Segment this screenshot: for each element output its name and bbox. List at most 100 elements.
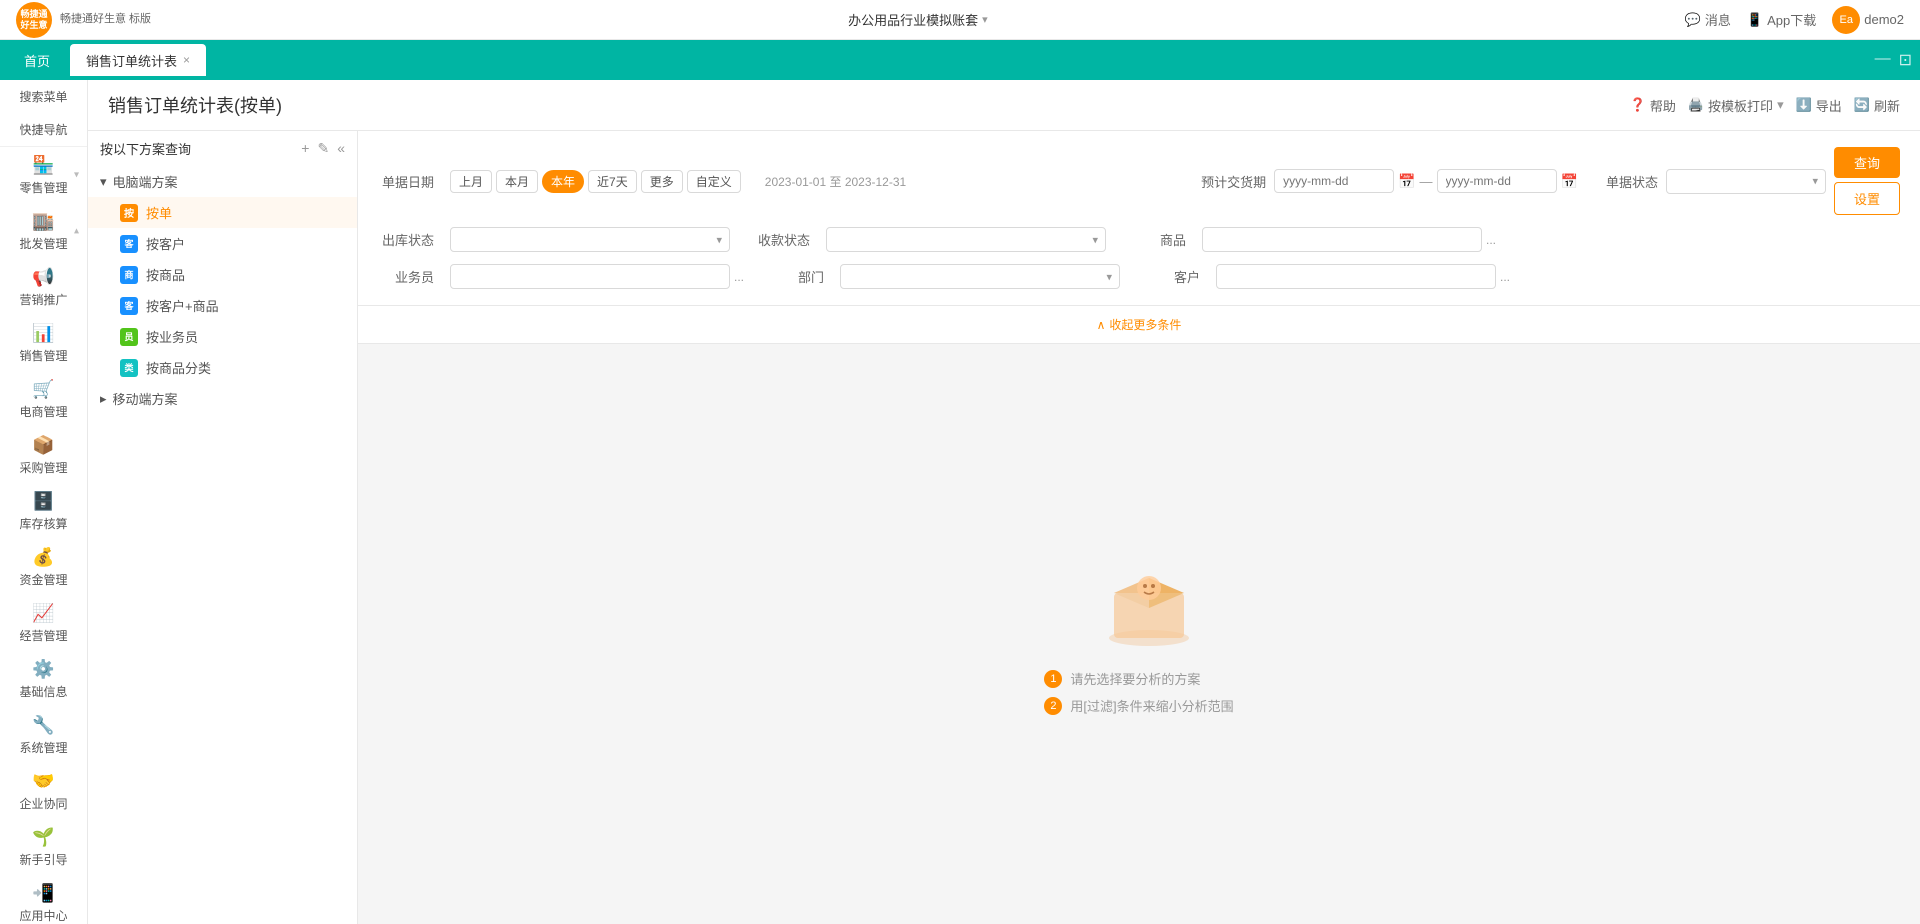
message-btn[interactable]: 💬 消息 bbox=[1685, 10, 1731, 29]
user-name: demo2 bbox=[1864, 12, 1904, 27]
cooperation-icon: 🤝 bbox=[32, 771, 54, 792]
scheme-item-按单[interactable]: 按 按单 bbox=[88, 197, 357, 228]
receipt-status-select[interactable] bbox=[826, 227, 1106, 252]
date-btn-custom[interactable]: 自定义 bbox=[687, 170, 741, 193]
date-btn-more[interactable]: 更多 bbox=[641, 170, 683, 193]
calendar-start-icon[interactable]: 📅 bbox=[1398, 173, 1415, 190]
scheme-item-按商品[interactable]: 商 按商品 bbox=[88, 259, 357, 290]
sidebar-item-system[interactable]: 🔧 系统管理 bbox=[0, 707, 87, 763]
customer-more-icon[interactable]: ... bbox=[1500, 270, 1510, 284]
mobile-group-label: 移动端方案 bbox=[113, 389, 178, 408]
date-btn-last-month[interactable]: 上月 bbox=[450, 170, 492, 193]
scheme-group-title-pc[interactable]: ▾ 电脑端方案 bbox=[88, 166, 357, 197]
company-selector[interactable]: 办公用品行业模拟账套 ▾ bbox=[848, 10, 988, 29]
empty-state: 1 请先选择要分析的方案 2 用[过滤]条件来缩小分析范围 bbox=[1044, 553, 1233, 715]
receipt-status-label: 收款状态 bbox=[754, 230, 810, 249]
scheme-item-label-按客户: 按客户 bbox=[146, 234, 185, 253]
refresh-btn[interactable]: 🔄 刷新 bbox=[1854, 96, 1900, 115]
scheme-group-title-mobile[interactable]: ▸ 移动端方案 bbox=[88, 383, 357, 414]
tab-sales-stats[interactable]: 销售订单统计表 × bbox=[70, 44, 206, 76]
newbie-icon: 🌱 bbox=[32, 827, 54, 848]
search-btn[interactable]: 查询 bbox=[1834, 147, 1900, 178]
sidebar-item-basic[interactable]: ⚙️ 基础信息 bbox=[0, 651, 87, 707]
calendar-end-icon[interactable]: 📅 bbox=[1561, 173, 1578, 190]
date-btn-this-month[interactable]: 本月 bbox=[496, 170, 538, 193]
customer-input[interactable] bbox=[1216, 264, 1496, 289]
tip-2-num: 2 bbox=[1044, 697, 1062, 715]
sidebar-item-finance[interactable]: 💰 资金管理 bbox=[0, 539, 87, 595]
collapse-conditions-btn[interactable]: ∧ 收起更多条件 bbox=[1097, 312, 1182, 337]
scheme-item-按商品分类[interactable]: 类 按商品分类 bbox=[88, 352, 357, 383]
scheme-item-按客户[interactable]: 客 按客户 bbox=[88, 228, 357, 259]
collapse-scheme-icon[interactable]: « bbox=[337, 140, 345, 157]
tip-1-text: 请先选择要分析的方案 bbox=[1070, 669, 1200, 688]
date-sep: — bbox=[1420, 174, 1433, 189]
sidebar-item-wholesale[interactable]: 🏬 批发管理 ▴ bbox=[0, 203, 87, 259]
sidebar-item-ecommerce[interactable]: 🛒 电商管理 bbox=[0, 371, 87, 427]
message-icon: 💬 bbox=[1685, 12, 1701, 28]
brand-area: 畅捷通好生意 畅捷通好生意 标版 bbox=[16, 2, 151, 38]
scheme-item-icon-按单: 按 bbox=[120, 204, 138, 222]
scheme-item-icon-按客户: 客 bbox=[120, 235, 138, 253]
expected-date-start[interactable] bbox=[1274, 169, 1394, 193]
minimize-icon[interactable]: — bbox=[1875, 50, 1891, 70]
app-download-btn[interactable]: 📱 App下载 bbox=[1747, 10, 1816, 29]
sidebar-item-retail[interactable]: 🏪 零售管理 ▾ bbox=[0, 147, 87, 203]
content-area: 销售订单统计表(按单) ❓ 帮助 🖨️ 按模板打印 ▾ ⬇️ 导出 bbox=[88, 80, 1920, 924]
tab-home[interactable]: 首页 bbox=[8, 44, 66, 76]
goods-input[interactable] bbox=[1202, 227, 1482, 252]
delivery-status-select[interactable] bbox=[450, 227, 730, 252]
setting-btn[interactable]: 设置 bbox=[1834, 182, 1900, 215]
template-print-label: 按模板打印 bbox=[1708, 96, 1773, 115]
date-btn-last-7[interactable]: 近7天 bbox=[588, 170, 637, 193]
scheme-item-label-按单: 按单 bbox=[146, 203, 172, 222]
app-download-label: App下载 bbox=[1767, 10, 1816, 29]
sidebar-item-operations[interactable]: 📈 经营管理 bbox=[0, 595, 87, 651]
scheme-item-icon-按商品: 商 bbox=[120, 266, 138, 284]
user-avatar-btn[interactable]: Ea demo2 bbox=[1832, 6, 1904, 34]
retail-icon: 🏪 bbox=[32, 155, 54, 176]
goods-more-icon[interactable]: ... bbox=[1486, 233, 1496, 247]
left-panel-content: 按以下方案查询 + ✎ « ▾ 电脑端方案 按 按单 bbox=[88, 131, 1920, 924]
template-print-btn[interactable]: 🖨️ 按模板打印 ▾ bbox=[1688, 96, 1784, 115]
export-btn[interactable]: ⬇️ 导出 bbox=[1796, 96, 1842, 115]
sidebar-search-menu[interactable]: 搜索菜单 bbox=[0, 80, 87, 113]
search-menu-label: 搜索菜单 bbox=[19, 88, 67, 105]
sidebar-quick-nav[interactable]: 快捷导航 bbox=[0, 113, 87, 147]
date-btn-this-year[interactable]: 本年 bbox=[542, 170, 584, 193]
sidebar-item-newbie[interactable]: 🌱 新手引导 bbox=[0, 819, 87, 875]
sidebar-item-sales[interactable]: 📊 销售管理 bbox=[0, 315, 87, 371]
expected-date-end[interactable] bbox=[1437, 169, 1557, 193]
status-select[interactable] bbox=[1666, 169, 1826, 194]
quick-nav-label: 快捷导航 bbox=[19, 121, 67, 138]
sidebar-item-apps[interactable]: 📲 应用中心 bbox=[0, 875, 87, 924]
scheme-item-icon-按业务员: 员 bbox=[120, 328, 138, 346]
department-select[interactable] bbox=[840, 264, 1120, 289]
edit-scheme-icon[interactable]: ✎ bbox=[317, 140, 329, 157]
expected-date-label: 预计交货期 bbox=[1201, 172, 1266, 191]
salesperson-input[interactable] bbox=[450, 264, 730, 289]
scheme-item-label-按商品分类: 按商品分类 bbox=[146, 358, 211, 377]
empty-icon bbox=[1089, 553, 1189, 653]
top-bar: 畅捷通好生意 畅捷通好生意 标版 办公用品行业模拟账套 ▾ 💬 消息 📱 App… bbox=[0, 0, 1920, 40]
mobile-group-expand-icon: ▸ bbox=[100, 391, 107, 407]
sales-icon: 📊 bbox=[32, 323, 54, 344]
sidebar-item-cooperation[interactable]: 🤝 企业协同 bbox=[0, 763, 87, 819]
sidebar-item-marketing[interactable]: 📢 营销推广 bbox=[0, 259, 87, 315]
sidebar-item-basic-label: 基础信息 bbox=[19, 683, 67, 700]
print-icon: 🖨️ bbox=[1688, 97, 1704, 113]
tab-close-icon[interactable]: × bbox=[183, 53, 190, 67]
help-btn[interactable]: ❓ 帮助 bbox=[1630, 96, 1676, 115]
page-title: 销售订单统计表(按单) bbox=[108, 92, 282, 118]
salesperson-more-icon[interactable]: ... bbox=[734, 270, 744, 284]
help-icon: ❓ bbox=[1630, 97, 1646, 113]
chevron-down-icon[interactable]: ▾ bbox=[982, 13, 988, 26]
scheme-item-按客户商品[interactable]: 客 按客户+商品 bbox=[88, 290, 357, 321]
scheme-item-按业务员[interactable]: 员 按业务员 bbox=[88, 321, 357, 352]
maximize-icon[interactable]: ⊡ bbox=[1899, 50, 1912, 70]
sidebar-item-inventory[interactable]: 🗄️ 库存核算 bbox=[0, 483, 87, 539]
add-scheme-icon[interactable]: + bbox=[301, 140, 309, 157]
page-title-row: 销售订单统计表(按单) ❓ 帮助 🖨️ 按模板打印 ▾ ⬇️ 导出 bbox=[108, 92, 1900, 118]
sidebar-item-purchase[interactable]: 📦 采购管理 bbox=[0, 427, 87, 483]
inventory-icon: 🗄️ bbox=[32, 491, 54, 512]
